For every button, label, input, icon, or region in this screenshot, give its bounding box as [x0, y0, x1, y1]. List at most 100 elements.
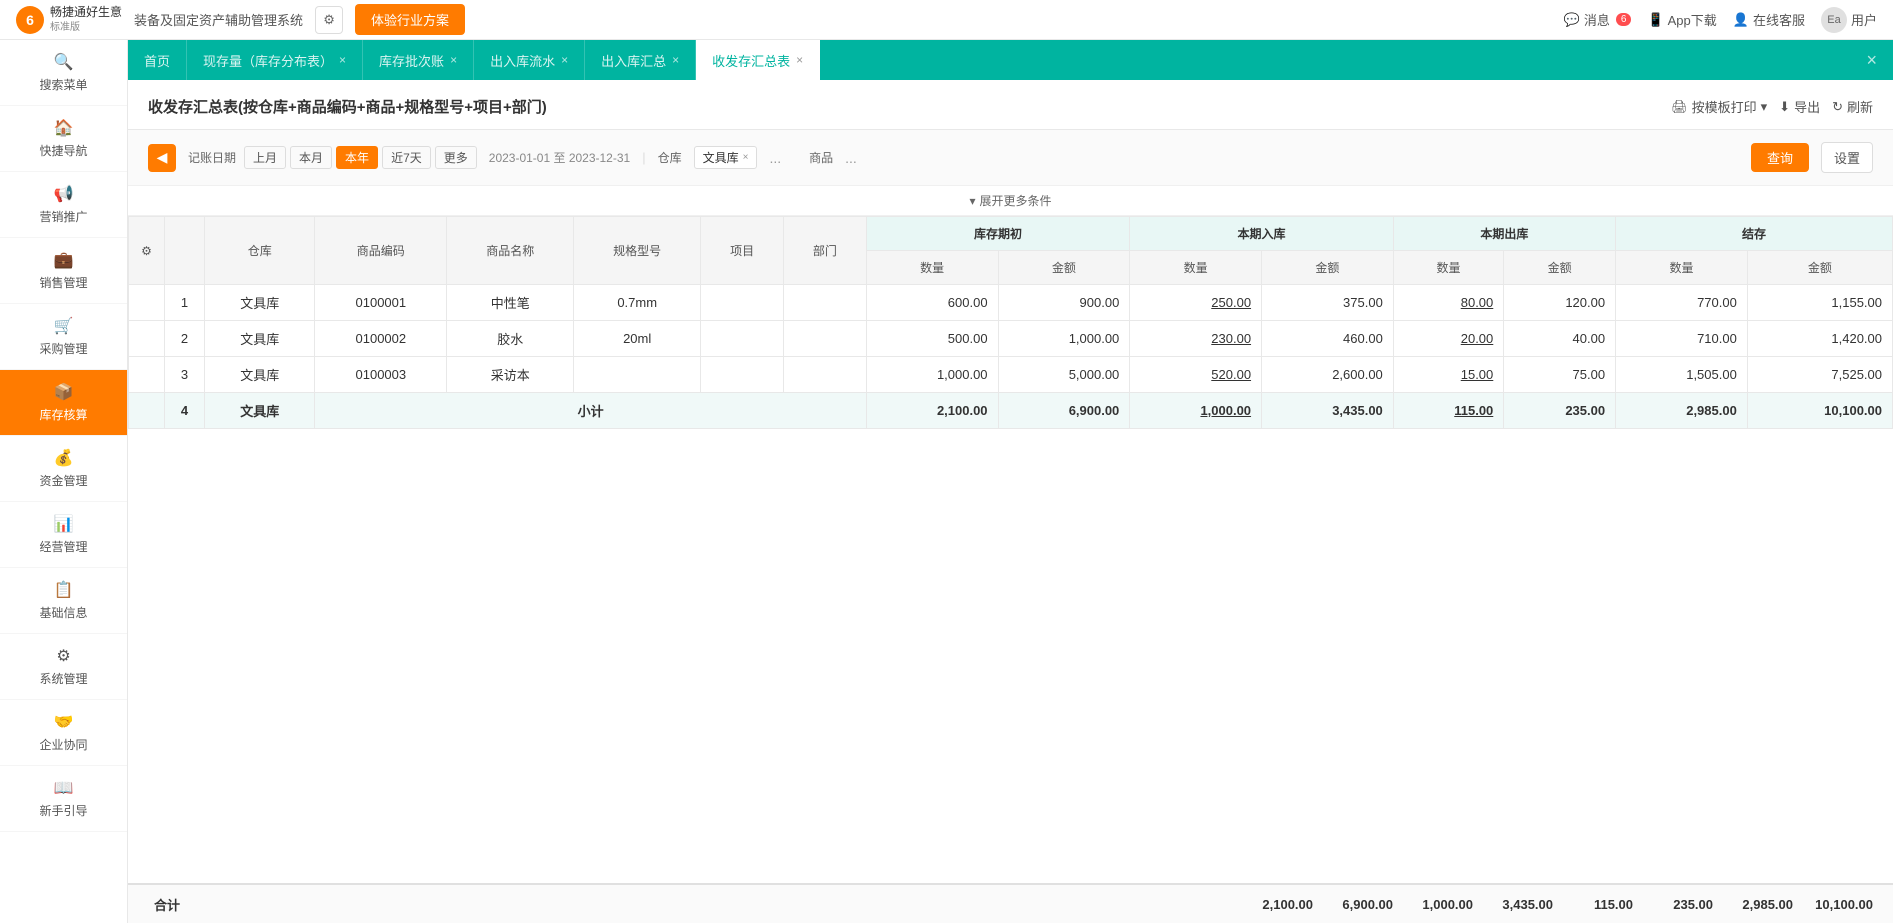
- page-header: 收发存汇总表(按仓库+商品编码+商品+规格型号+项目+部门) 🖨 按模板打印 ▾…: [128, 80, 1893, 130]
- tab-bar-close-all[interactable]: ×: [1866, 50, 1893, 71]
- logo-area: 6 畅捷通好生意 标准版: [16, 5, 122, 34]
- refresh-icon: ↻: [1832, 99, 1843, 115]
- cell-closing-qty: 1,505.00: [1616, 357, 1748, 393]
- logo-title-line2: 标准版: [50, 21, 122, 34]
- app-download-icon: 📱: [1647, 12, 1663, 28]
- refresh-button[interactable]: ↻ 刷新: [1832, 97, 1873, 116]
- export-label: 导出: [1794, 97, 1820, 116]
- cell-opening-qty: 1,000.00: [866, 357, 998, 393]
- sidebar-item-capital[interactable]: 💰 资金管理: [0, 436, 127, 502]
- cell-in-qty: 1,000.00: [1130, 393, 1262, 429]
- cell-out-qty: 115.00: [1393, 393, 1503, 429]
- cell-out-amt: 120.00: [1504, 285, 1616, 321]
- tab-inout-summary[interactable]: 出入库汇总 ×: [585, 40, 696, 80]
- warehouse-tag[interactable]: 文具库 ×: [694, 146, 758, 169]
- sidebar-item-operations[interactable]: 📊 经营管理: [0, 502, 127, 568]
- cell-gear: [129, 393, 165, 429]
- trial-button[interactable]: 体验行业方案: [355, 4, 465, 35]
- col-gear[interactable]: ⚙: [129, 217, 165, 285]
- app-download-item[interactable]: 📱 App下载: [1647, 10, 1716, 29]
- sidebar: 🔍 搜索菜单 🏠 快捷导航 📢 营销推广 💼 销售管理 🛒 采购管理 📦 库存核…: [0, 40, 128, 923]
- app-download-label: App下载: [1668, 10, 1717, 29]
- footer-label: 合计: [138, 895, 478, 914]
- tab-inout-flow-close[interactable]: ×: [561, 53, 568, 67]
- sidebar-item-label: 企业协同: [39, 736, 87, 753]
- col-in-qty: 数量: [1130, 251, 1262, 285]
- export-button[interactable]: ⬇ 导出: [1779, 97, 1820, 116]
- tab-inout-summary-close[interactable]: ×: [672, 53, 679, 67]
- cell-project: [701, 357, 784, 393]
- system-title: 装备及固定资产辅助管理系统: [134, 10, 303, 29]
- warehouse-more[interactable]: ...: [769, 150, 781, 166]
- filter-expand-button[interactable]: ◀: [148, 144, 176, 172]
- query-button[interactable]: 查询: [1751, 143, 1809, 172]
- inventory-icon: 📦: [54, 382, 74, 402]
- print-button[interactable]: 🖨 按模板打印 ▾: [1671, 97, 1767, 116]
- cell-gear: [129, 285, 165, 321]
- cell-closing-amt: 1,155.00: [1747, 285, 1892, 321]
- footer-opening-qty: 2,100.00: [1243, 897, 1323, 912]
- sidebar-item-search[interactable]: 🔍 搜索菜单: [0, 40, 127, 106]
- tab-inout-flow-label: 出入库流水: [490, 51, 555, 70]
- expand-more-button[interactable]: ▾ 展开更多条件: [969, 192, 1051, 209]
- online-service-item[interactable]: 👤 在线客服: [1733, 10, 1805, 29]
- date-pill-prev-month[interactable]: 上月: [244, 146, 286, 169]
- tab-batch-ledger[interactable]: 库存批次账 ×: [363, 40, 474, 80]
- table-row: 2 文具库 0100002 胶水 20ml 500.00 1,000.00 23…: [129, 321, 1893, 357]
- sidebar-item-purchase[interactable]: 🛒 采购管理: [0, 304, 127, 370]
- message-item[interactable]: 💬 消息 6: [1564, 10, 1632, 29]
- logo-icon: 6: [16, 6, 44, 34]
- tab-recv-summary[interactable]: 收发存汇总表 ×: [696, 40, 820, 80]
- cell-no: 2: [165, 321, 205, 357]
- sidebar-item-inventory[interactable]: 📦 库存核算: [0, 370, 127, 436]
- cell-out-qty: 15.00: [1393, 357, 1503, 393]
- capital-icon: 💰: [54, 448, 74, 468]
- home-icon: 🏠: [54, 118, 74, 138]
- tab-inventory-dist-label: 现存量（库存分布表）: [203, 51, 333, 70]
- tab-batch-ledger-close[interactable]: ×: [450, 53, 457, 67]
- goods-more[interactable]: ...: [845, 150, 857, 166]
- tab-inventory-dist[interactable]: 现存量（库存分布表） ×: [187, 40, 363, 80]
- tab-inventory-dist-close[interactable]: ×: [339, 53, 346, 67]
- cell-opening-amt: 6,900.00: [998, 393, 1130, 429]
- cell-opening-qty: 2,100.00: [866, 393, 998, 429]
- cell-closing-amt: 10,100.00: [1747, 393, 1892, 429]
- cell-closing-qty: 2,985.00: [1616, 393, 1748, 429]
- export-icon: ⬇: [1779, 99, 1790, 115]
- date-pill-7days[interactable]: 近7天: [382, 146, 431, 169]
- date-pill-more[interactable]: 更多: [435, 146, 477, 169]
- sidebar-item-sales[interactable]: 💼 销售管理: [0, 238, 127, 304]
- tab-inout-flow[interactable]: 出入库流水 ×: [474, 40, 585, 80]
- table-wrapper: ⚙ 仓库 商品编码 商品名称 规格型号 项目 部门 库存期初 本期入库 本期出库…: [128, 216, 1893, 883]
- tab-home-label: 首页: [144, 51, 170, 70]
- cell-out-qty: 80.00: [1393, 285, 1503, 321]
- date-pill-this-year[interactable]: 本年: [336, 146, 378, 169]
- sidebar-item-marketing[interactable]: 📢 营销推广: [0, 172, 127, 238]
- goods-filter-label: 商品: [809, 149, 833, 166]
- cell-out-amt: 40.00: [1504, 321, 1616, 357]
- page-title: 收发存汇总表(按仓库+商品编码+商品+规格型号+项目+部门): [148, 96, 547, 117]
- settings-button[interactable]: ⚙: [315, 6, 343, 34]
- sidebar-item-system[interactable]: ⚙ 系统管理: [0, 634, 127, 700]
- sidebar-item-basic-info[interactable]: 📋 基础信息: [0, 568, 127, 634]
- print-label: 按模板打印: [1692, 97, 1757, 116]
- sidebar-item-label: 销售管理: [39, 274, 87, 291]
- col-out-qty: 数量: [1393, 251, 1503, 285]
- col-closing-amt: 金额: [1747, 251, 1892, 285]
- sidebar-item-guide[interactable]: 📖 新手引导: [0, 766, 127, 832]
- footer-out-amt: 235.00: [1643, 897, 1723, 912]
- page-content: 收发存汇总表(按仓库+商品编码+商品+规格型号+项目+部门) 🖨 按模板打印 ▾…: [128, 80, 1893, 923]
- sidebar-item-enterprise[interactable]: 🤝 企业协同: [0, 700, 127, 766]
- cell-no: 3: [165, 357, 205, 393]
- user-item[interactable]: Ea 用户: [1821, 7, 1877, 33]
- cell-in-amt: 375.00: [1262, 285, 1394, 321]
- header-left: 6 畅捷通好生意 标准版 装备及固定资产辅助管理系统 ⚙ 体验行业方案: [16, 4, 465, 35]
- tab-home[interactable]: 首页: [128, 40, 187, 80]
- date-pill-this-month[interactable]: 本月: [290, 146, 332, 169]
- warehouse-tag-close[interactable]: ×: [743, 152, 749, 163]
- purchase-icon: 🛒: [54, 316, 74, 336]
- tab-recv-summary-close[interactable]: ×: [796, 53, 803, 67]
- sidebar-item-quick-nav[interactable]: 🏠 快捷导航: [0, 106, 127, 172]
- date-range: 2023-01-01 至 2023-12-31: [489, 149, 630, 166]
- setting-button[interactable]: 设置: [1821, 142, 1873, 173]
